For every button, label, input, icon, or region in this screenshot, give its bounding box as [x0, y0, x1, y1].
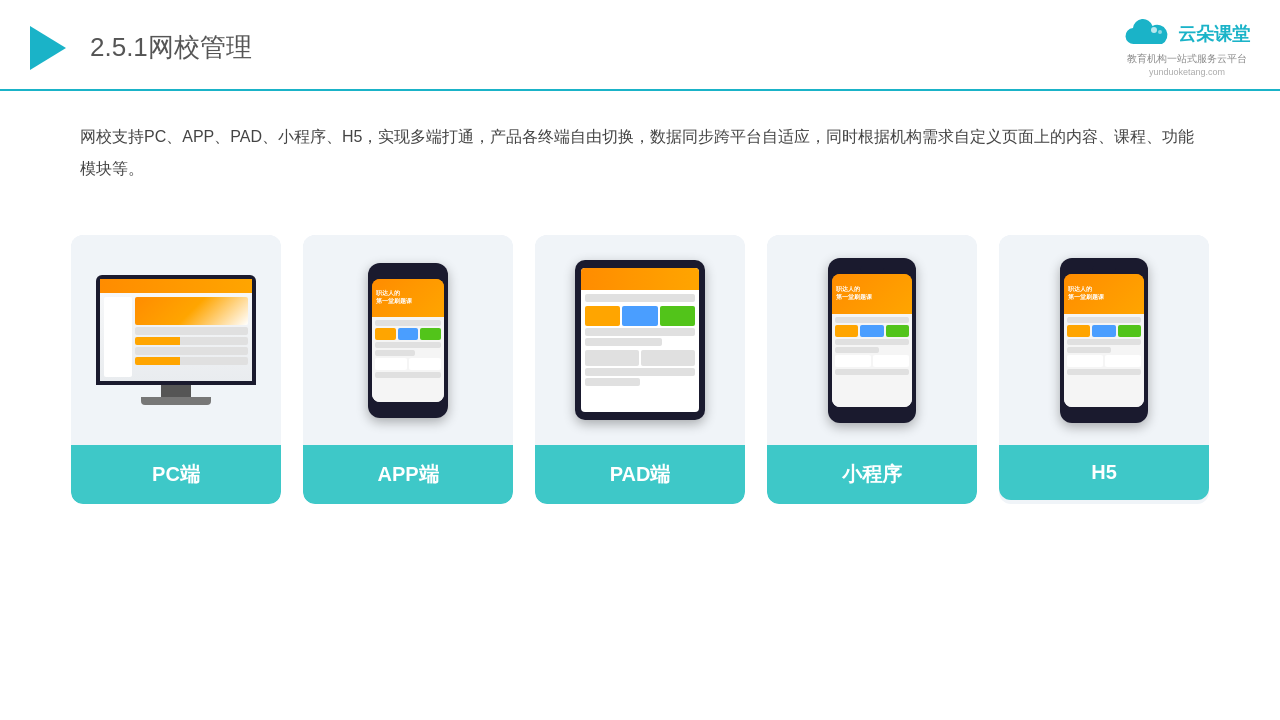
logo-text-main: 云朵课堂: [1178, 22, 1250, 46]
card-pad[interactable]: PAD端: [535, 235, 745, 504]
card-h5-image: 职达人的第一堂刷题课: [999, 235, 1209, 445]
card-pad-label: PAD端: [535, 445, 745, 504]
logo-icon: 云朵课堂: [1124, 18, 1250, 50]
card-miniprogram[interactable]: 职达人的第一堂刷题课: [767, 235, 977, 504]
mini-phone-mock: 职达人的第一堂刷题课: [828, 258, 916, 423]
cards-container: PC端 职达人的第一堂刷题课: [0, 205, 1280, 524]
card-pc[interactable]: PC端: [71, 235, 281, 504]
pad-tablet-mock: [575, 260, 705, 420]
h5-phone-mock: 职达人的第一堂刷题课: [1060, 258, 1148, 423]
card-h5-label: H5: [999, 445, 1209, 500]
app-phone-mock: 职达人的第一堂刷题课: [368, 263, 448, 418]
h5-phone-body: 职达人的第一堂刷题课: [1060, 258, 1148, 423]
header: 2.5.1网校管理 云朵课堂 教育机构一站式服务云平台 yunduoketang…: [0, 0, 1280, 91]
card-app[interactable]: 职达人的第一堂刷题课: [303, 235, 513, 504]
logo-url: yunduoketang.com: [1149, 67, 1225, 77]
card-pc-label: PC端: [71, 445, 281, 504]
mini-phone-body: 职达人的第一堂刷题课: [828, 258, 916, 423]
logo-area: 云朵课堂 教育机构一站式服务云平台 yunduoketang.com: [1124, 18, 1250, 77]
play-icon: [30, 26, 66, 70]
pc-monitor: [96, 275, 256, 385]
card-app-label: APP端: [303, 445, 513, 504]
card-miniprogram-label: 小程序: [767, 445, 977, 504]
svg-point-1: [1158, 30, 1162, 34]
title-prefix: 2.5.1: [90, 32, 148, 62]
card-pc-image: [71, 235, 281, 445]
pc-device-mock: [96, 275, 256, 405]
pc-screen: [100, 279, 252, 381]
card-h5[interactable]: 职达人的第一堂刷题课: [999, 235, 1209, 504]
cloud-icon: [1124, 18, 1172, 50]
page-title: 2.5.1网校管理: [90, 30, 252, 65]
card-app-image: 职达人的第一堂刷题课: [303, 235, 513, 445]
description-text: 网校支持PC、APP、PAD、小程序、H5，实现多端打通，产品各终端自由切换，数…: [0, 91, 1280, 195]
tablet-body: [575, 260, 705, 420]
header-left: 2.5.1网校管理: [30, 26, 252, 70]
phone-body: 职达人的第一堂刷题课: [368, 263, 448, 418]
svg-point-0: [1151, 27, 1157, 33]
card-pad-image: [535, 235, 745, 445]
card-miniprogram-image: 职达人的第一堂刷题课: [767, 235, 977, 445]
title-main: 网校管理: [148, 32, 252, 62]
logo-tagline: 教育机构一站式服务云平台: [1127, 52, 1247, 66]
